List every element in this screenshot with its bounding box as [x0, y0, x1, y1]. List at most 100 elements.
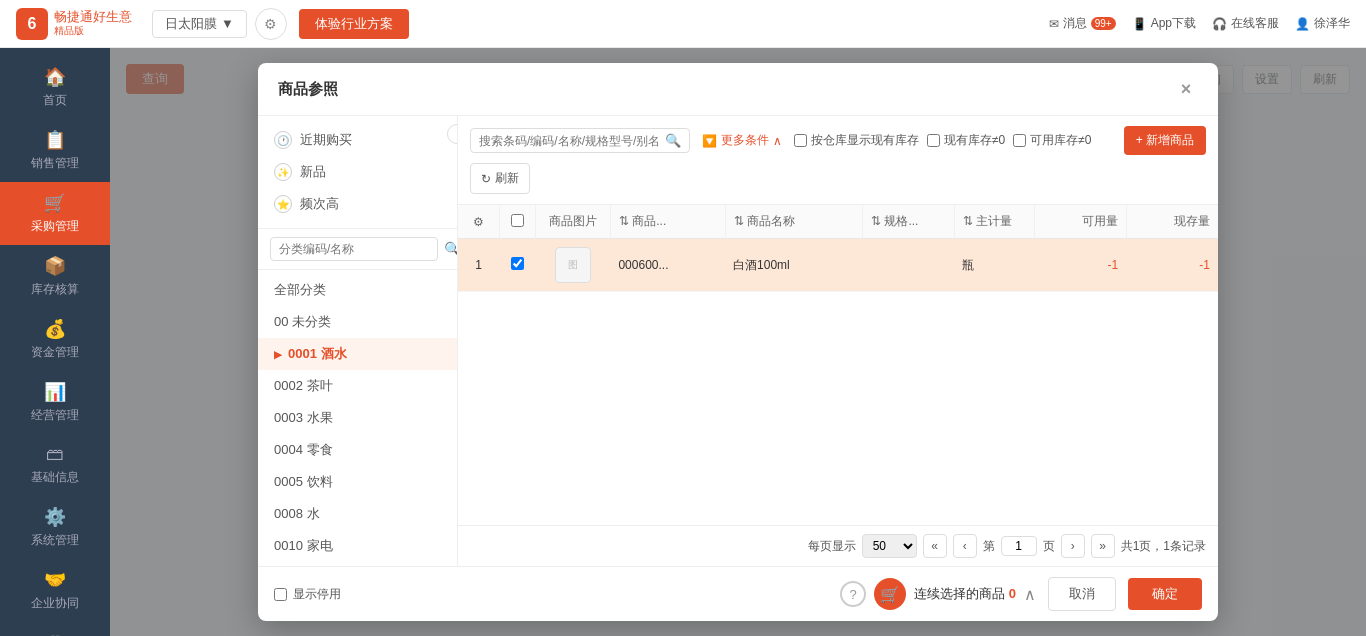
sidebar-item-business[interactable]: 📊 经营管理 — [0, 371, 110, 434]
category-item-1[interactable]: ▶ 0001 酒水 — [258, 338, 457, 370]
table-header-row: ⚙ 商品图片 — [458, 205, 1218, 239]
frequent-icon: ⭐ — [274, 195, 292, 213]
top-nav: 6 畅捷通好生意 精品版 日太阳膜 ▼ ⚙ 体验行业方案 ✉ 消息 99+ 📱 … — [0, 0, 1366, 48]
guide-icon: 📖 — [44, 632, 66, 636]
category-item-5[interactable]: 0005 饮料 — [258, 466, 457, 498]
checkbox-avail-ne0-input[interactable] — [1013, 134, 1026, 147]
sidebar-item-inventory[interactable]: 📦 库存核算 — [0, 245, 110, 308]
page-label2: 页 — [1043, 538, 1055, 555]
sort-icon-unit[interactable]: ⇅ — [963, 214, 973, 228]
col-stock-header: 现存量 — [1126, 205, 1218, 239]
checkbox-stock-ne0[interactable]: 现有库存≠0 — [927, 132, 1005, 149]
show-disabled-label[interactable]: 显示停用 — [274, 586, 341, 603]
sort-icon[interactable]: ⇅ — [619, 214, 629, 228]
cancel-button[interactable]: 取消 — [1048, 577, 1116, 611]
sidebar-item-guide[interactable]: 📖 新手引导 — [0, 622, 110, 636]
footer-middle: ? 🛒 连续选择的商品 0 ∧ — [840, 578, 1036, 610]
product-search-icon[interactable]: 🔍 — [665, 133, 681, 148]
row-img: 图 — [536, 239, 611, 292]
prev-page-button[interactable]: ‹ — [953, 534, 977, 558]
quick-item-frequent[interactable]: ⭐ 频次高 — [258, 188, 457, 220]
recent-icon: 🕐 — [274, 131, 292, 149]
user-icon: 👤 — [1295, 17, 1310, 31]
sidebar-item-system[interactable]: ⚙️ 系统管理 — [0, 496, 110, 559]
help-icon[interactable]: ? — [840, 581, 866, 607]
message-nav-item[interactable]: ✉ 消息 99+ — [1049, 15, 1116, 32]
last-page-button[interactable]: » — [1091, 534, 1115, 558]
arrow-icon: ▶ — [274, 349, 282, 360]
trial-button[interactable]: 体验行业方案 — [299, 9, 409, 39]
customer-service-nav-item[interactable]: 🎧 在线客服 — [1212, 15, 1279, 32]
add-product-button[interactable]: + 新增商品 — [1124, 126, 1206, 155]
sidebar-item-basicinfo[interactable]: 🗃 基础信息 — [0, 434, 110, 496]
show-disabled-checkbox[interactable] — [274, 588, 287, 601]
sort-icon-spec[interactable]: ⇅ — [871, 214, 881, 228]
nav-dropdown[interactable]: 日太阳膜 ▼ — [152, 10, 247, 38]
select-all-checkbox[interactable] — [511, 214, 524, 227]
cart-icon: 🛒 — [874, 578, 906, 610]
row-checkbox-cell[interactable] — [499, 239, 536, 292]
user-nav-item[interactable]: 👤 徐泽华 — [1295, 15, 1350, 32]
total-label: 共1页，1条记录 — [1121, 538, 1206, 555]
collapse-cart-button[interactable]: ∧ — [1024, 585, 1036, 604]
confirm-button[interactable]: 确定 — [1128, 578, 1202, 610]
checkbox-stock-ne0-input[interactable] — [927, 134, 940, 147]
chevron-down-icon: ▼ — [221, 16, 234, 31]
row-checkbox[interactable] — [511, 257, 524, 270]
category-item-2[interactable]: 0002 茶叶 — [258, 370, 457, 402]
app-download-nav-item[interactable]: 📱 App下载 — [1132, 15, 1196, 32]
gear-button[interactable]: ⚙ — [255, 8, 287, 40]
category-search-area: 🔍 — [258, 229, 457, 270]
col-name-header: ⇅ 商品名称 — [725, 205, 863, 239]
category-item-6[interactable]: 0008 水 — [258, 498, 457, 530]
category-item-7[interactable]: 0010 家电 — [258, 530, 457, 562]
first-page-button[interactable]: « — [923, 534, 947, 558]
sort-icon-name[interactable]: ⇅ — [734, 214, 744, 228]
selected-count-label: 连续选择的商品 0 — [914, 585, 1016, 603]
page-label: 第 — [983, 538, 995, 555]
checkbox-avail-ne0[interactable]: 可用库存≠0 — [1013, 132, 1091, 149]
category-item-0[interactable]: 00 未分类 — [258, 306, 457, 338]
next-page-button[interactable]: › — [1061, 534, 1085, 558]
category-item-3[interactable]: 0003 水果 — [258, 402, 457, 434]
filter-button[interactable]: 🔽 更多条件 ∧ — [698, 128, 786, 153]
dialog-overlay: 商品参照 × 《 🕐 近期购买 — [110, 48, 1366, 636]
page-size-select[interactable]: 10 20 50 100 — [862, 534, 917, 558]
checkbox-warehouse-input[interactable] — [794, 134, 807, 147]
settings-icon[interactable]: ⚙ — [473, 215, 484, 229]
logo-sub: 精品版 — [54, 24, 132, 38]
category-item-4[interactable]: 0004 零食 — [258, 434, 457, 466]
service-icon: 🎧 — [1212, 17, 1227, 31]
row-code: 000600... — [610, 239, 725, 292]
product-table: ⚙ 商品图片 — [458, 205, 1218, 292]
sidebar-item-sales[interactable]: 📋 销售管理 — [0, 119, 110, 182]
sidebar-item-finance[interactable]: 💰 资金管理 — [0, 308, 110, 371]
page-number-input[interactable] — [1001, 536, 1037, 556]
sidebar-item-enterprise[interactable]: 🤝 企业协同 — [0, 559, 110, 622]
basicinfo-icon: 🗃 — [46, 444, 64, 465]
product-search-input[interactable] — [479, 134, 661, 148]
category-list: 全部分类 00 未分类 ▶ 0001 酒水 0002 茶叶 — [258, 270, 457, 566]
col-spec-header: ⇅ 规格... — [863, 205, 955, 239]
col-num-header: ⚙ — [458, 205, 499, 239]
table-row[interactable]: 1 图 000600... 白酒100ml 瓶 -1 -1 — [458, 239, 1218, 292]
logo-text: 畅捷通好生意 — [54, 9, 132, 25]
category-item-all[interactable]: 全部分类 — [258, 274, 457, 306]
product-reference-dialog: 商品参照 × 《 🕐 近期购买 — [258, 63, 1218, 621]
dialog-body: 《 🕐 近期购买 ✨ 新品 ⭐ — [258, 116, 1218, 566]
sidebar-item-purchase[interactable]: 🛒 采购管理 — [0, 182, 110, 245]
row-spec — [863, 239, 955, 292]
category-search-input[interactable] — [270, 237, 438, 261]
content-area: 查询 查询 设置 刷新 商品参照 × — [110, 48, 1366, 636]
sidebar-item-home[interactable]: 🏠 首页 — [0, 56, 110, 119]
refresh-button[interactable]: ↻ 刷新 — [470, 163, 530, 194]
quick-item-new[interactable]: ✨ 新品 — [258, 156, 457, 188]
product-image: 图 — [555, 247, 591, 283]
dialog-close-button[interactable]: × — [1174, 77, 1198, 101]
message-icon: ✉ — [1049, 17, 1059, 31]
checkbox-warehouse[interactable]: 按仓库显示现有库存 — [794, 132, 919, 149]
toolbar: 🔍 🔽 更多条件 ∧ 按仓库显示现有库存 — [458, 116, 1218, 205]
category-search-icon[interactable]: 🔍 — [444, 241, 458, 257]
dialog-footer: 显示停用 ? 🛒 连续选择的商品 0 ∧ 取消 确定 — [258, 566, 1218, 621]
quick-item-recent[interactable]: 🕐 近期购买 — [258, 124, 457, 156]
